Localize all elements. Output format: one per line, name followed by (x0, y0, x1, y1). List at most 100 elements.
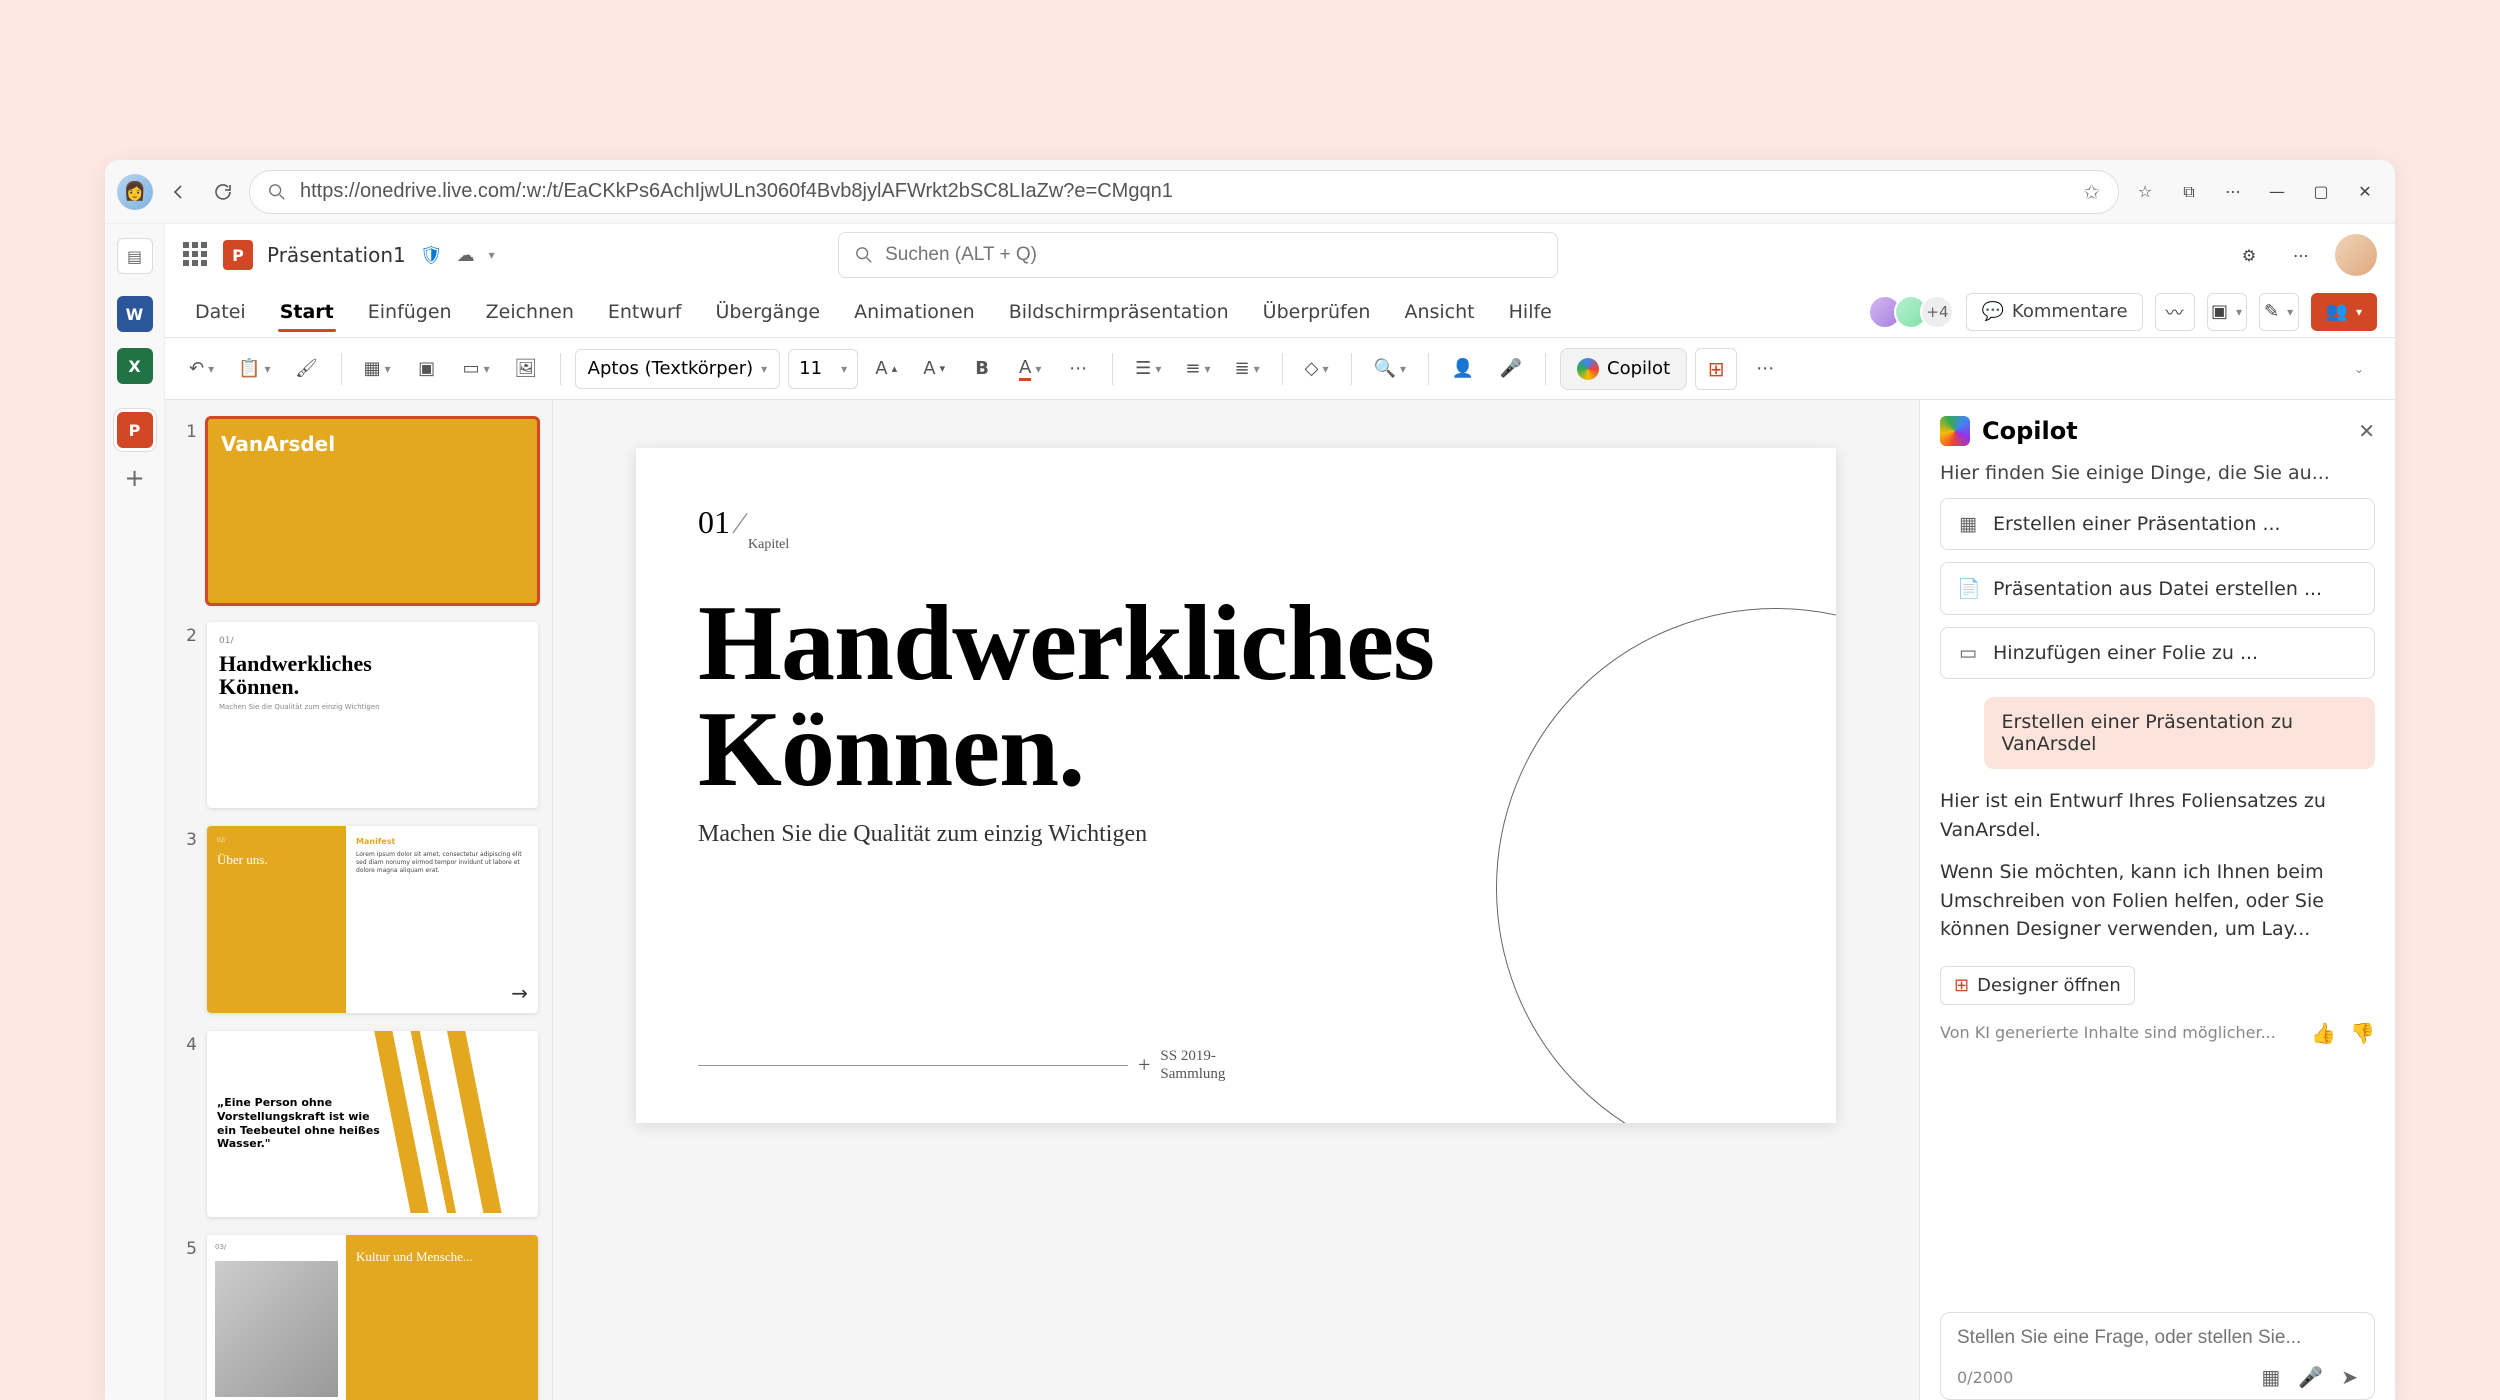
search-input[interactable] (885, 244, 1541, 266)
more-font-button[interactable]: ⋯ (1058, 349, 1098, 389)
comments-button[interactable]: 💬 Kommentare (1966, 293, 2142, 331)
current-slide[interactable]: 01 ∕ Kapitel HandwerklichesKönnen. Mache… (636, 448, 1836, 1123)
undo-button[interactable]: ↶▾ (181, 349, 222, 389)
suggestion-from-file[interactable]: 📄Präsentation aus Datei erstellen ... (1940, 562, 2375, 615)
font-size-select[interactable]: 11▾ (788, 349, 858, 389)
rail-excel-icon[interactable]: X (117, 348, 153, 384)
find-button[interactable]: 🔍▾ (1366, 349, 1414, 389)
maximize-button[interactable]: ▢ (2303, 174, 2339, 210)
copilot-title: Copilot (1982, 417, 2078, 445)
slide-footer: +SS 2019- Sammlung (698, 1047, 1774, 1083)
shapes-button[interactable]: ◇▾ (1297, 349, 1337, 389)
comment-icon: 💬 (1981, 301, 2003, 322)
thumbnail-1[interactable]: VanArsdel (207, 418, 538, 604)
bullets-button[interactable]: ☰▾ (1127, 349, 1169, 389)
copilot-logo-icon (1940, 416, 1970, 446)
search-box[interactable] (838, 232, 1558, 278)
copilot-button[interactable]: Copilot (1560, 348, 1687, 390)
font-select[interactable]: Aptos (Textkörper)▾ (575, 349, 781, 389)
main-area: P + 1 VanArsdel 2 01/ HandwerklichesKönn… (105, 400, 2395, 1400)
slide-canvas[interactable]: 01 ∕ Kapitel HandwerklichesKönnen. Mache… (553, 400, 1919, 1400)
address-bar[interactable]: ✩ (249, 170, 2119, 214)
close-button[interactable]: ✕ (2347, 174, 2383, 210)
dictate-button[interactable]: 🎤 (1491, 349, 1531, 389)
paste-button[interactable]: 📋▾ (230, 349, 278, 389)
favorite-icon[interactable]: ✩ (2083, 180, 2100, 204)
title-bar: P Präsentation1 🛡 ☁ ▾ ⚙ ⋯ (165, 224, 2395, 286)
font-color-button[interactable]: A▾ (1010, 349, 1050, 389)
grow-font-button[interactable]: A▴ (866, 349, 906, 389)
thumbs-down-button[interactable]: 👎 (2350, 1021, 2375, 1045)
tab-start[interactable]: Start (268, 293, 346, 331)
toolbar-more-button[interactable]: ⋯ (1745, 349, 1785, 389)
tab-hilfe[interactable]: Hilfe (1497, 293, 1564, 331)
favorites-icon[interactable]: ☆ (2127, 174, 2163, 210)
rail-powerpoint-icon[interactable]: P (117, 412, 153, 448)
tab-datei[interactable]: Datei (183, 293, 258, 331)
copilot-close-button[interactable]: ✕ (2358, 419, 2375, 443)
copilot-input-box[interactable]: 0/2000 ▦ 🎤 ➤ (1940, 1312, 2375, 1400)
collections-icon[interactable]: ⧉ (2171, 174, 2207, 210)
designer-button[interactable]: ⊞ (1695, 348, 1737, 390)
align-button[interactable]: ≣▾ (1226, 349, 1267, 389)
thumbnail-4[interactable]: „Eine Person ohne Vorstellungskraft ist … (207, 1031, 538, 1217)
picture-button[interactable]: 🖼 (506, 349, 546, 389)
tab-uebergaenge[interactable]: Übergänge (703, 293, 832, 331)
collapse-ribbon-button[interactable]: ⌄ (2339, 349, 2379, 389)
settings-icon[interactable]: ⚙ (2231, 237, 2267, 273)
rail-add-button[interactable]: + (124, 464, 144, 492)
edit-button[interactable]: ✎ ▾ (2259, 293, 2299, 331)
presence-avatars[interactable]: +4 (1876, 295, 1954, 329)
thumbnail-5[interactable]: 03/ Kultur und Mensche... (207, 1235, 538, 1400)
designer-chip[interactable]: ⊞Designer öffnen (1940, 966, 2135, 1005)
rehearse-button[interactable]: 👤 (1443, 349, 1483, 389)
rail-word-icon[interactable]: W (117, 296, 153, 332)
search-icon (268, 183, 286, 201)
catch-up-button[interactable]: 〰 (2155, 293, 2195, 331)
tab-bildschirm[interactable]: Bildschirmpräsentation (997, 293, 1241, 331)
app-launcher-icon[interactable] (183, 242, 209, 268)
reuse-slides-button[interactable]: ▣ (407, 349, 447, 389)
thumbnail-2[interactable]: 01/ HandwerklichesKönnen. Machen Sie die… (207, 622, 538, 808)
thumbnail-3[interactable]: 02/Über uns. ManifestLorem ipsum dolor s… (207, 826, 538, 1012)
title-chevron-icon[interactable]: ▾ (489, 248, 495, 262)
copilot-text-input[interactable] (1957, 1327, 2358, 1349)
document-title[interactable]: Präsentation1 (267, 243, 406, 267)
new-slide-button[interactable]: ▦▾ (356, 349, 399, 389)
back-button[interactable] (161, 174, 197, 210)
shrink-font-button[interactable]: A▾ (914, 349, 954, 389)
user-avatar[interactable] (2335, 234, 2377, 276)
suggestion-create-presentation[interactable]: ▦Erstellen einer Präsentation ... (1940, 498, 2375, 550)
app-rail: ▤ (105, 224, 165, 286)
bold-button[interactable]: B (962, 349, 1002, 389)
layout-button[interactable]: ▭▾ (455, 349, 498, 389)
minimize-button[interactable]: — (2259, 174, 2295, 210)
tab-zeichnen[interactable]: Zeichnen (474, 293, 586, 331)
tab-ansicht[interactable]: Ansicht (1392, 293, 1486, 331)
format-painter-button[interactable]: 🖌 (287, 349, 327, 389)
mic-icon[interactable]: 🎤 (2298, 1365, 2323, 1389)
assistant-message: Hier ist ein Entwurf Ihres Foliensatzes … (1940, 787, 2375, 844)
suggestion-add-slide[interactable]: ▭Hinzufügen einer Folie zu ... (1940, 627, 2375, 679)
thumbs-up-button[interactable]: 👍 (2311, 1021, 2336, 1045)
send-button[interactable]: ➤ (2341, 1365, 2358, 1389)
presentation-icon: ▦ (1957, 513, 1979, 535)
tab-entwurf[interactable]: Entwurf (596, 293, 694, 331)
attach-icon[interactable]: ▦ (2261, 1365, 2280, 1389)
save-status-icon[interactable]: ☁ (457, 245, 475, 266)
profile-avatar[interactable]: 👩 (117, 174, 153, 210)
url-input[interactable] (300, 180, 2069, 203)
user-message: Erstellen einer Präsentation zu VanArsde… (1984, 697, 2376, 769)
more-icon[interactable]: ⋯ (2215, 174, 2251, 210)
tab-ueberpruefen[interactable]: Überprüfen (1251, 293, 1383, 331)
present-button[interactable]: ▣ ▾ (2207, 293, 2247, 331)
refresh-button[interactable] (205, 174, 241, 210)
tab-einfuegen[interactable]: Einfügen (356, 293, 464, 331)
rail-tab-icon[interactable]: ▤ (117, 238, 153, 274)
share-button[interactable]: 👥 ▾ (2311, 293, 2377, 331)
more-options-icon[interactable]: ⋯ (2283, 237, 2319, 273)
shield-icon[interactable]: 🛡 (420, 245, 443, 266)
numbering-button[interactable]: ≡▾ (1177, 349, 1218, 389)
tab-animationen[interactable]: Animationen (842, 293, 987, 331)
thumb-number: 1 (179, 418, 197, 604)
